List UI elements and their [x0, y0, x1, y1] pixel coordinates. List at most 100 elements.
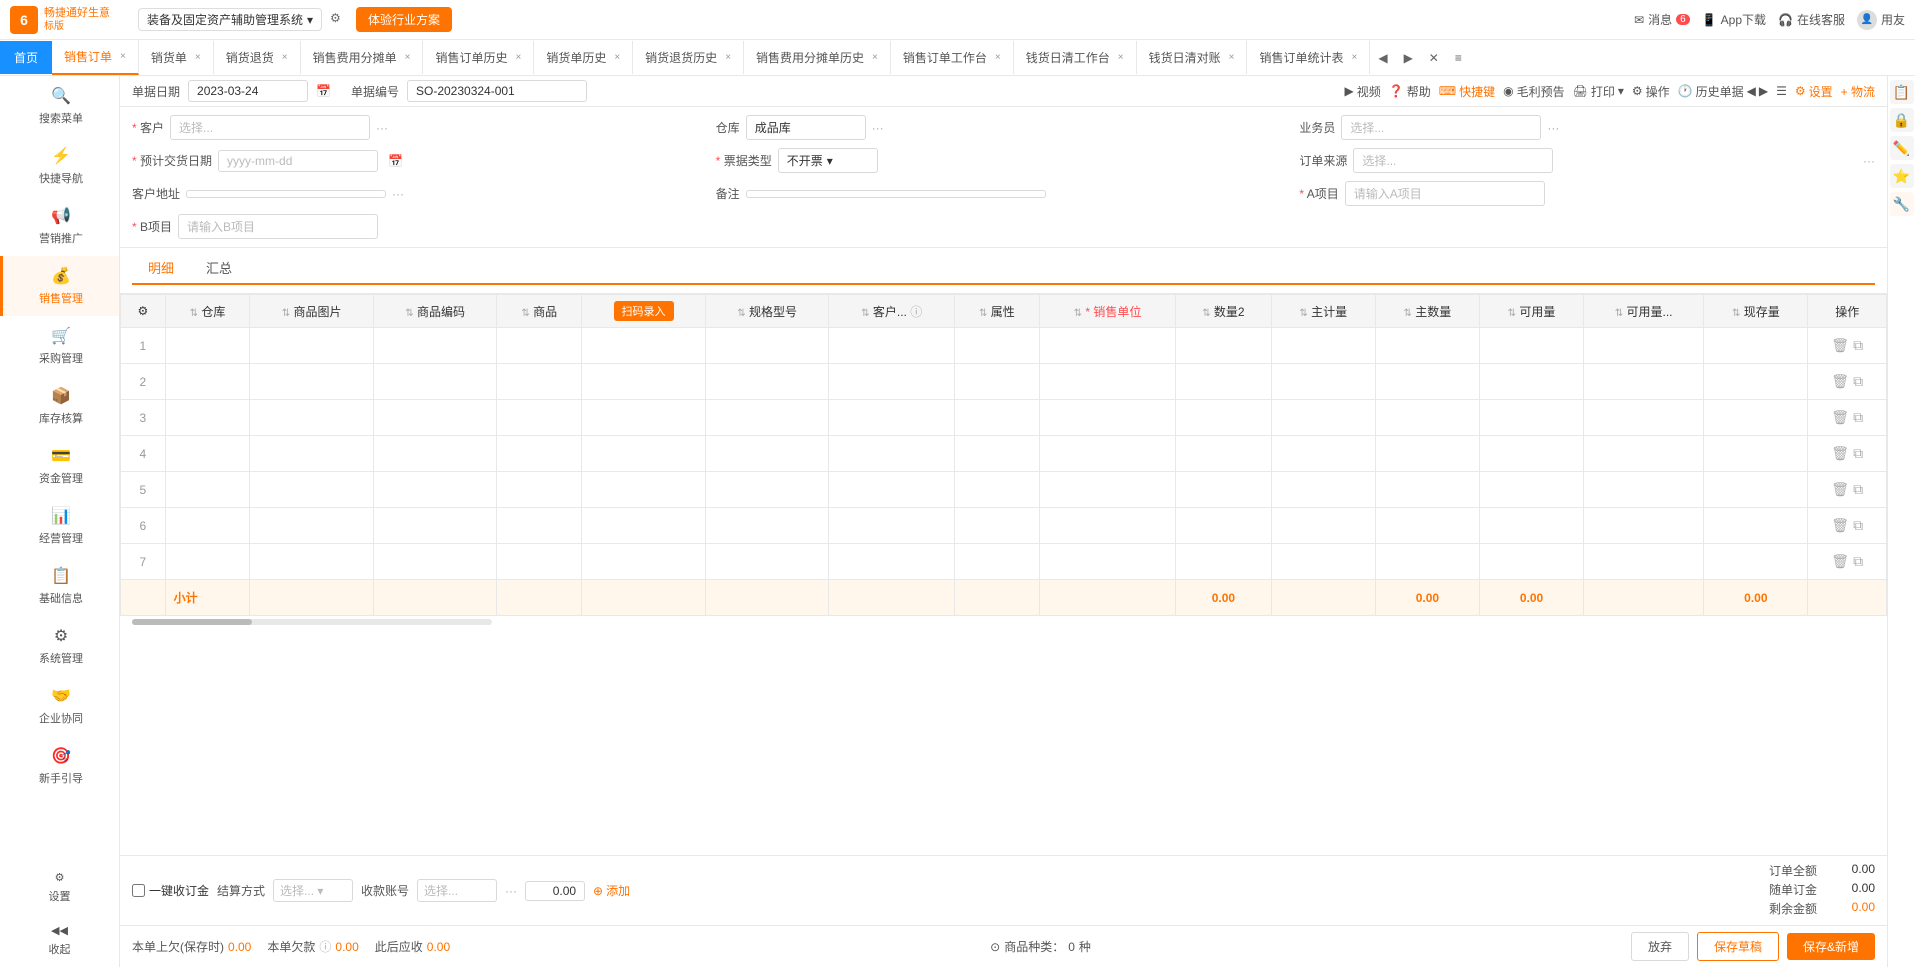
copy-icon[interactable]: ⧉	[1853, 337, 1863, 354]
order-source-more-icon[interactable]: ···	[1863, 154, 1875, 168]
tab-close-icon[interactable]: ×	[120, 51, 126, 62]
tab-menu-btn[interactable]: ≡	[1447, 43, 1470, 73]
salesperson-input[interactable]: 选择...	[1341, 115, 1541, 140]
col-customer-code[interactable]: ⇅ 客户... ⓘ	[829, 295, 955, 328]
sidebar-item-basic[interactable]: 📋 基础信息	[0, 556, 119, 616]
tab-expense-history[interactable]: 销售费用分摊单历史 ×	[744, 41, 891, 74]
shortcut-btn[interactable]: ⌨ 快捷键	[1439, 83, 1495, 100]
calendar-icon[interactable]: 📅	[388, 154, 403, 168]
scan-button[interactable]: 扫码录入	[614, 301, 674, 321]
tab-close-icon[interactable]: ×	[725, 52, 731, 63]
tab-expense-split[interactable]: 销售费用分摊单 ×	[301, 41, 424, 74]
delete-icon[interactable]: 🗑	[1831, 445, 1849, 462]
tab-close-icon[interactable]: ×	[195, 52, 201, 63]
user-item[interactable]: 👤 用友	[1857, 10, 1905, 30]
copy-icon[interactable]: ⧉	[1853, 409, 1863, 426]
col-unit[interactable]: ⇅ * 销售单位	[1039, 295, 1175, 328]
sidebar-item-guide[interactable]: 🎯 新手引导	[0, 736, 119, 796]
date-value[interactable]: 2023-03-24	[188, 80, 308, 102]
right-panel-icon-1[interactable]: 📋	[1890, 80, 1914, 104]
sidebar-item-system[interactable]: ⚙ 系统管理	[0, 616, 119, 676]
scroll-thumb[interactable]	[132, 619, 252, 625]
col-scan[interactable]: 扫码录入	[582, 295, 706, 328]
tab-home[interactable]: 首页	[0, 41, 52, 74]
tab-return[interactable]: 销货退货 ×	[214, 41, 301, 74]
col-main-qty[interactable]: ⇅ 主数量	[1375, 295, 1479, 328]
customer-input[interactable]: 选择...	[170, 115, 370, 140]
add-logistics-btn[interactable]: + 物流	[1841, 83, 1875, 100]
right-panel-icon-3[interactable]: ✏️	[1890, 136, 1914, 160]
sidebar-item-nav[interactable]: ⚡ 快捷导航	[0, 136, 119, 196]
tab-sales-slip[interactable]: 销货单 ×	[139, 41, 214, 74]
view-btn[interactable]: ▶ 视频	[1345, 83, 1381, 100]
address-input[interactable]	[186, 190, 386, 198]
tab-close-icon[interactable]: ×	[1118, 52, 1124, 63]
col-spec[interactable]: ⇅ 规格型号	[705, 295, 828, 328]
a-project-input[interactable]: 请输入A项目	[1345, 181, 1545, 206]
tab-close-icon[interactable]: ×	[872, 52, 878, 63]
right-panel-icon-4[interactable]: ⭐	[1890, 164, 1914, 188]
industry-button[interactable]: 体验行业方案	[356, 7, 452, 32]
tab-close-icon[interactable]: ×	[282, 52, 288, 63]
account-more-icon[interactable]: ···	[505, 884, 517, 898]
order-source-input[interactable]: 选择...	[1353, 148, 1553, 173]
account-select[interactable]: 选择...	[417, 879, 497, 902]
view-mode-btn[interactable]: ☰	[1776, 84, 1787, 98]
warehouse-more-icon[interactable]: ···	[872, 121, 884, 135]
delete-icon[interactable]: 🗑	[1831, 517, 1849, 534]
scroll-track[interactable]	[132, 619, 492, 625]
calendar-icon[interactable]: 📅	[316, 84, 331, 98]
copy-icon[interactable]: ⧉	[1853, 517, 1863, 534]
tab-sales-order[interactable]: 销售订单 ×	[52, 40, 139, 75]
delete-icon[interactable]: 🗑	[1831, 337, 1849, 354]
tab-stats-table[interactable]: 销售订单统计表 ×	[1247, 41, 1370, 74]
col-attr[interactable]: ⇅ 属性	[955, 295, 1040, 328]
draft-button[interactable]: 保存草稿	[1697, 932, 1779, 961]
customer-more-icon[interactable]: ···	[376, 121, 388, 135]
add-payment-btn[interactable]: ⊕ 添加	[593, 882, 630, 899]
one-click-checkbox[interactable]: 一键收订金	[132, 882, 209, 899]
no-value[interactable]: SO-20230324-001	[407, 80, 587, 102]
warehouse-input[interactable]: 成品库	[746, 115, 866, 140]
address-more-icon[interactable]: ···	[392, 187, 404, 201]
col-qty2[interactable]: ⇅ 数量2	[1176, 295, 1272, 328]
profit-btn[interactable]: ◉ 毛利预告	[1503, 83, 1565, 100]
message-item[interactable]: ✉ 消息 6	[1634, 11, 1690, 28]
right-panel-icon-5[interactable]: 🔧	[1890, 192, 1914, 216]
tab-daily-workbench[interactable]: 钱货日清工作台 ×	[1014, 41, 1137, 74]
sidebar-item-search[interactable]: 🔍 搜索菜单	[0, 76, 119, 136]
sidebar-settings-btn[interactable]: ⚙ 设置	[0, 861, 119, 914]
sidebar-item-sales[interactable]: 💰 销售管理	[0, 256, 119, 316]
col-product[interactable]: ⇅ 商品	[497, 295, 582, 328]
right-panel-icon-2[interactable]: 🔒	[1890, 108, 1914, 132]
delete-icon[interactable]: 🗑	[1831, 409, 1849, 426]
col-warehouse[interactable]: ⇅ 仓库	[165, 295, 250, 328]
delete-icon[interactable]: 🗑	[1831, 373, 1849, 390]
sidebar-item-marketing[interactable]: 📢 营销推广	[0, 196, 119, 256]
tab-close-icon[interactable]: ×	[995, 52, 1001, 63]
delete-icon[interactable]: 🗑	[1831, 481, 1849, 498]
sidebar-collapse-btn[interactable]: ◀◀ 收起	[0, 914, 119, 967]
col-settings[interactable]: ⚙	[121, 295, 166, 328]
tab-order-workbench[interactable]: 销售订单工作台 ×	[891, 41, 1014, 74]
tab-prev-btn[interactable]: ◀	[1370, 43, 1395, 73]
tab-close-icon[interactable]: ×	[1229, 52, 1235, 63]
sidebar-item-purchase[interactable]: 🛒 采购管理	[0, 316, 119, 376]
copy-icon[interactable]: ⧉	[1853, 481, 1863, 498]
print-btn[interactable]: 🖨 打印 ▾	[1573, 83, 1624, 100]
amount-input[interactable]: 0.00	[525, 881, 585, 901]
tab-return-history[interactable]: 销货退货历史 ×	[633, 41, 744, 74]
info-icon[interactable]: ⓘ	[910, 305, 922, 319]
col-main-unit[interactable]: ⇅ 主计量	[1271, 295, 1375, 328]
system-title-select[interactable]: 装备及固定资产辅助管理系统 ▾	[138, 8, 322, 31]
sidebar-item-operations[interactable]: 📊 经营管理	[0, 496, 119, 556]
col-available[interactable]: ⇅ 可用量	[1479, 295, 1583, 328]
copy-icon[interactable]: ⧉	[1853, 553, 1863, 570]
settings-icon[interactable]: ⚙	[330, 11, 348, 29]
invoice-select[interactable]: 不开票 ▾	[778, 148, 878, 173]
sidebar-item-collab[interactable]: 🤝 企业协同	[0, 676, 119, 736]
col-code[interactable]: ⇅ 商品编码	[373, 295, 496, 328]
help-btn[interactable]: ❓ 帮助	[1389, 83, 1431, 100]
delete-icon[interactable]: 🗑	[1831, 553, 1849, 570]
tab-close-icon[interactable]: ×	[405, 52, 411, 63]
